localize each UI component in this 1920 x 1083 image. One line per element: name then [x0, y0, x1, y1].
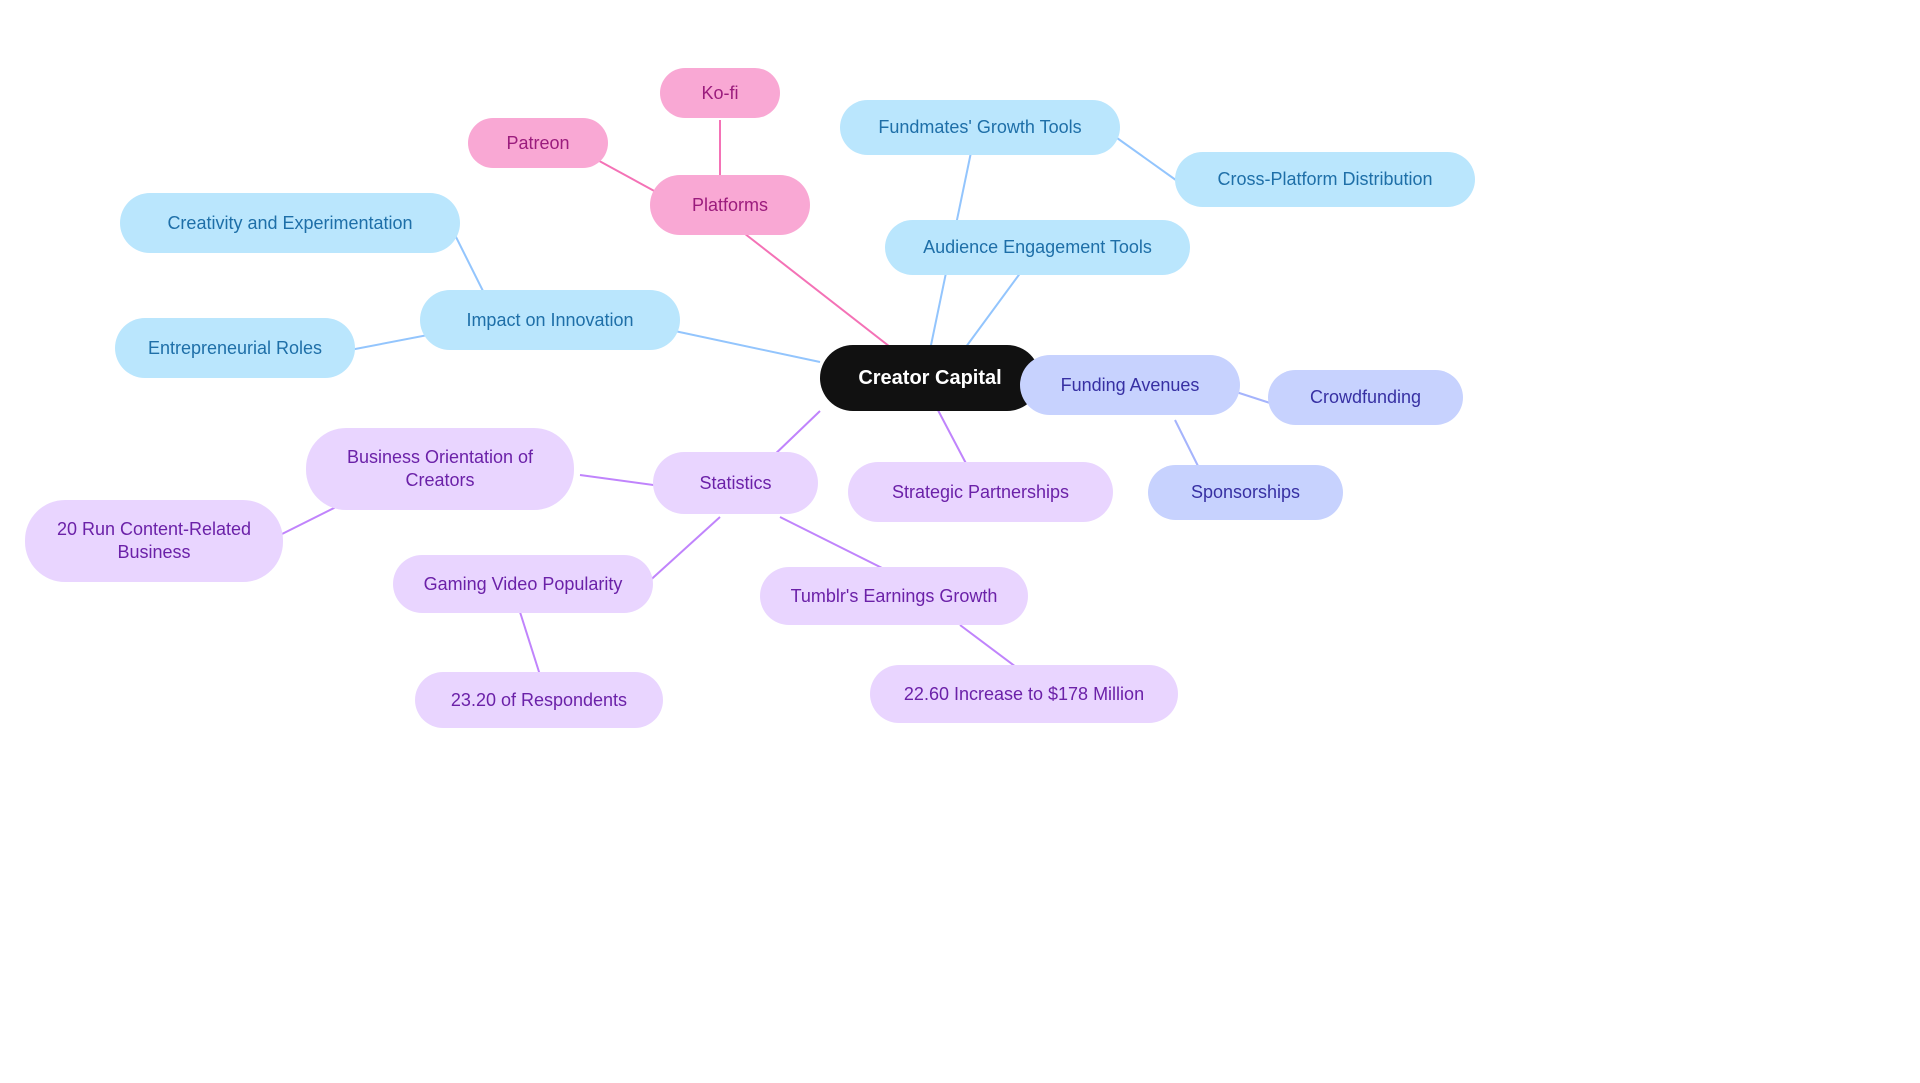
crowdfunding-node: Crowdfunding [1268, 370, 1463, 425]
tumblr-earnings-node: Tumblr's Earnings Growth [760, 567, 1028, 625]
increase-178-node: 22.60 Increase to $178 Million [870, 665, 1178, 723]
center-node: Creator Capital [820, 345, 1040, 411]
run-content-node: 20 Run Content-Related Business [25, 500, 283, 582]
respondents-node: 23.20 of Respondents [415, 672, 663, 728]
entrepreneurial-node: Entrepreneurial Roles [115, 318, 355, 378]
impact-innovation-node: Impact on Innovation [420, 290, 680, 350]
audience-node: Audience Engagement Tools [885, 220, 1190, 275]
creativity-node: Creativity and Experimentation [120, 193, 460, 253]
cross-platform-node: Cross-Platform Distribution [1175, 152, 1475, 207]
business-orientation-node: Business Orientation of Creators [306, 428, 574, 510]
ko-fi-node: Ko-fi [660, 68, 780, 118]
strategic-node: Strategic Partnerships [848, 462, 1113, 522]
gaming-video-node: Gaming Video Popularity [393, 555, 653, 613]
platforms-node: Platforms [650, 175, 810, 235]
sponsorships-node: Sponsorships [1148, 465, 1343, 520]
patreon-node: Patreon [468, 118, 608, 168]
funding-avenues-node: Funding Avenues [1020, 355, 1240, 415]
fundmates-node: Fundmates' Growth Tools [840, 100, 1120, 155]
statistics-node: Statistics [653, 452, 818, 514]
